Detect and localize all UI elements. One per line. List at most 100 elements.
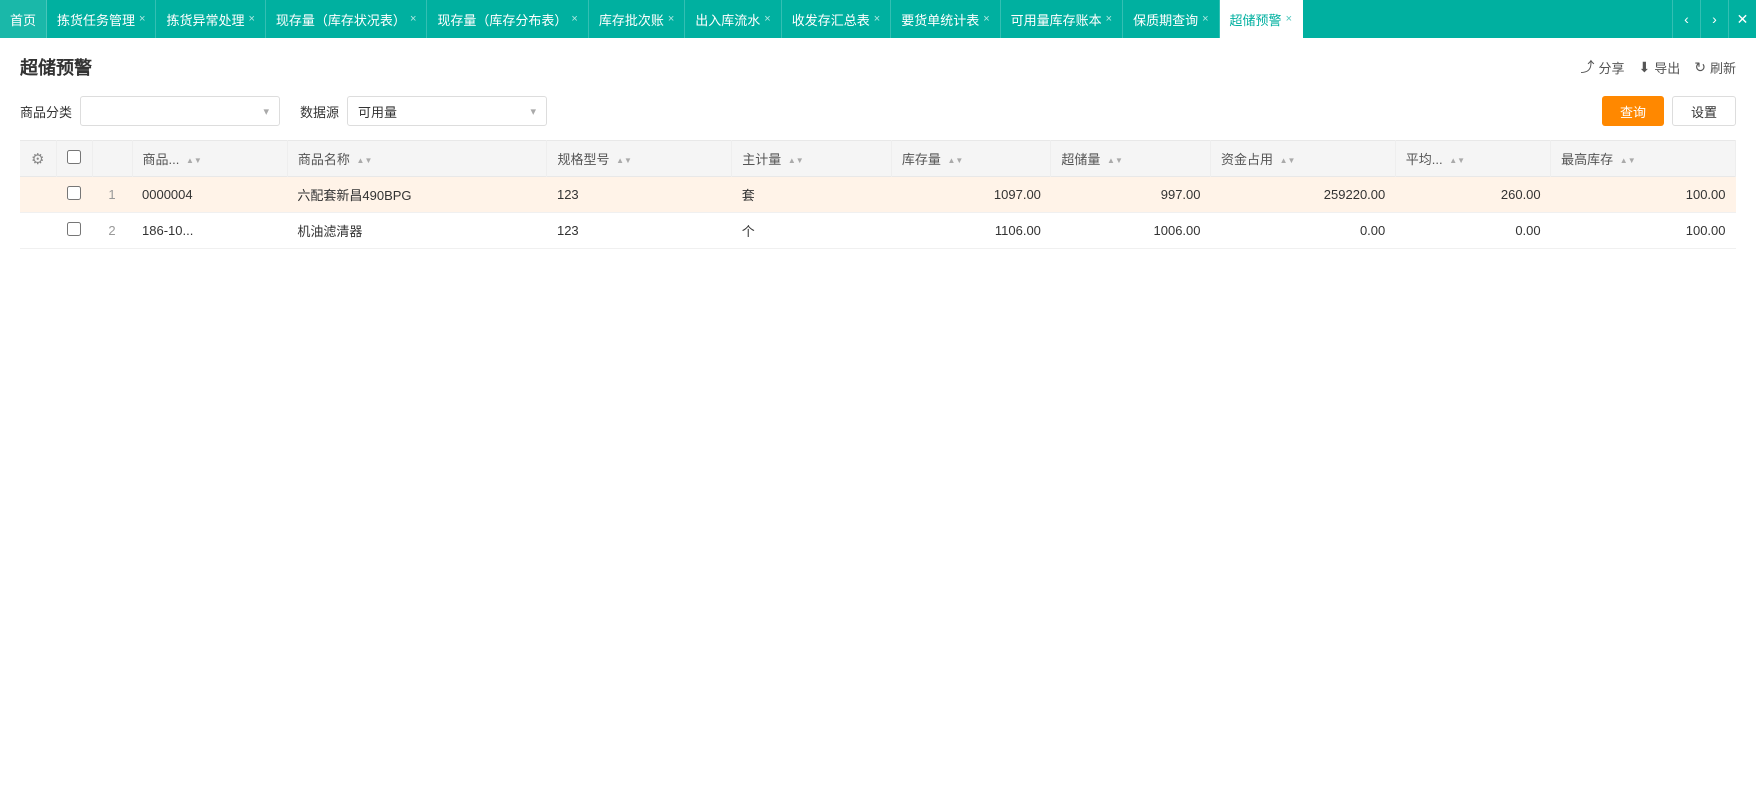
nav-tab-10[interactable]: 保质期查询 × xyxy=(1123,0,1219,38)
nav-tab-4[interactable]: 现存量（库存分布表） × xyxy=(427,0,588,38)
row-checkbox-cell-1 xyxy=(56,213,92,249)
nav-tab-8[interactable]: 要货单统计表 × xyxy=(891,0,1000,38)
nav-tab-6-close[interactable]: × xyxy=(764,13,770,25)
table-row: 1 0000004 六配套新昌490BPG 123 套 1097.00 997.… xyxy=(20,177,1736,213)
nav-tab-5-label: 库存批次账 xyxy=(599,10,664,29)
nav-arrows: ‹ › ✕ xyxy=(1672,0,1756,38)
export-button[interactable]: ⬇ 导出 xyxy=(1639,58,1681,77)
table-gear-icon[interactable]: ⚙ xyxy=(31,151,44,168)
datasource-filter-arrow: ▾ xyxy=(531,105,537,118)
export-icon: ⬇ xyxy=(1639,59,1651,76)
page-header: 超储预警 ⤴ 分享 ⬇ 导出 ↻ 刷新 xyxy=(20,54,1736,80)
filter-row: 商品分类 ▾ 数据源 可用量 ▾ 查询 设置 xyxy=(20,96,1736,126)
col-capital-label: 资金占用 xyxy=(1221,152,1273,167)
nav-tab-5-close[interactable]: × xyxy=(668,13,674,25)
page-title: 超储预警 xyxy=(20,54,92,80)
nav-arrow-close[interactable]: ✕ xyxy=(1728,0,1756,38)
nav-tab-8-close[interactable]: × xyxy=(983,13,989,25)
col-avg-label: 平均... xyxy=(1406,152,1443,167)
col-unit-label: 主计量 xyxy=(742,152,781,167)
sort-icon-product-code: ▲▼ xyxy=(186,157,202,165)
nav-tab-4-close[interactable]: × xyxy=(571,13,577,25)
table-row: 2 186-10... 机油滤清器 123 个 1106.00 1006.00 … xyxy=(20,213,1736,249)
nav-tab-1-close[interactable]: × xyxy=(139,13,145,25)
row-overstock-1: 1006.00 xyxy=(1051,213,1211,249)
row-checkbox-0[interactable] xyxy=(67,186,81,200)
nav-tab-2-close[interactable]: × xyxy=(248,13,254,25)
col-product-code[interactable]: 商品... ▲▼ xyxy=(132,141,287,177)
nav-tab-3-close[interactable]: × xyxy=(410,13,416,25)
category-filter-label: 商品分类 xyxy=(20,102,72,121)
top-navigation: 首页 拣货任务管理 × 拣货异常处理 × 现存量（库存状况表） × 现存量（库存… xyxy=(0,0,1756,38)
row-stock-0: 1097.00 xyxy=(891,177,1051,213)
category-filter-select[interactable]: ▾ xyxy=(80,96,280,126)
row-settings-0 xyxy=(20,177,56,213)
nav-tab-7[interactable]: 收发存汇总表 × xyxy=(782,0,891,38)
col-overstock-label: 超储量 xyxy=(1061,152,1100,167)
nav-tab-9-label: 可用量库存账本 xyxy=(1011,10,1102,29)
nav-tab-9-close[interactable]: × xyxy=(1106,13,1112,25)
row-number-1: 2 xyxy=(92,213,132,249)
col-product-name-label: 商品名称 xyxy=(298,152,350,167)
sort-icon-stock: ▲▼ xyxy=(947,157,963,165)
col-unit[interactable]: 主计量 ▲▼ xyxy=(732,141,892,177)
settings-button[interactable]: 设置 xyxy=(1672,96,1736,126)
col-spec-label: 规格型号 xyxy=(557,152,609,167)
row-checkbox-1[interactable] xyxy=(67,222,81,236)
filter-group-datasource: 数据源 可用量 ▾ xyxy=(300,96,547,126)
nav-tab-10-close[interactable]: × xyxy=(1202,13,1208,25)
nav-tab-3[interactable]: 现存量（库存状况表） × xyxy=(266,0,427,38)
nav-tab-9[interactable]: 可用量库存账本 × xyxy=(1001,0,1123,38)
nav-tab-6-label: 出入库流水 xyxy=(695,10,760,29)
nav-tab-2[interactable]: 拣货异常处理 × xyxy=(156,0,265,38)
col-overstock[interactable]: 超储量 ▲▼ xyxy=(1051,141,1211,177)
col-max-stock[interactable]: 最高库存 ▲▼ xyxy=(1551,141,1736,177)
datasource-filter-select[interactable]: 可用量 ▾ xyxy=(347,96,547,126)
table-header-row: ⚙ 商品... ▲▼ 商品名称 ▲▼ 规格型号 ▲▼ xyxy=(20,141,1736,177)
nav-tab-3-label: 现存量（库存状况表） xyxy=(276,10,406,29)
nav-arrow-right[interactable]: › xyxy=(1700,0,1728,38)
data-table: ⚙ 商品... ▲▼ 商品名称 ▲▼ 规格型号 ▲▼ xyxy=(20,140,1736,249)
action-buttons: 查询 设置 xyxy=(1602,96,1736,126)
nav-tab-10-label: 保质期查询 xyxy=(1133,10,1198,29)
col-max-stock-label: 最高库存 xyxy=(1561,152,1613,167)
refresh-button[interactable]: ↻ 刷新 xyxy=(1694,58,1736,77)
nav-tab-5[interactable]: 库存批次账 × xyxy=(589,0,685,38)
datasource-filter-label: 数据源 xyxy=(300,102,339,121)
nav-tab-11-close[interactable]: × xyxy=(1286,13,1292,25)
share-button[interactable]: ⤴ 分享 xyxy=(1580,57,1624,77)
nav-tab-7-close[interactable]: × xyxy=(874,13,880,25)
row-max-stock-0: 100.00 xyxy=(1551,177,1736,213)
select-all-checkbox[interactable] xyxy=(67,150,81,164)
query-button[interactable]: 查询 xyxy=(1602,96,1664,126)
nav-tab-6[interactable]: 出入库流水 × xyxy=(685,0,781,38)
row-product-code-0: 0000004 xyxy=(132,177,287,213)
col-product-name[interactable]: 商品名称 ▲▼ xyxy=(287,141,547,177)
nav-arrow-left[interactable]: ‹ xyxy=(1672,0,1700,38)
row-checkbox-cell-0 xyxy=(56,177,92,213)
nav-tab-11[interactable]: 超储预警 × xyxy=(1220,0,1303,38)
row-stock-1: 1106.00 xyxy=(891,213,1051,249)
nav-tab-11-label: 超储预警 xyxy=(1230,10,1282,29)
nav-tab-2-label: 拣货异常处理 xyxy=(166,10,244,29)
row-capital-1: 0.00 xyxy=(1211,213,1396,249)
col-stock[interactable]: 库存量 ▲▼ xyxy=(891,141,1051,177)
row-capital-0: 259220.00 xyxy=(1211,177,1396,213)
col-spec[interactable]: 规格型号 ▲▼ xyxy=(547,141,732,177)
datasource-filter-value: 可用量 xyxy=(358,102,397,121)
sort-icon-overstock: ▲▼ xyxy=(1107,157,1123,165)
nav-tab-4-label: 现存量（库存分布表） xyxy=(437,10,567,29)
row-product-name-0: 六配套新昌490BPG xyxy=(287,177,547,213)
row-unit-0: 套 xyxy=(732,177,892,213)
row-settings-1 xyxy=(20,213,56,249)
row-overstock-0: 997.00 xyxy=(1051,177,1211,213)
col-avg[interactable]: 平均... ▲▼ xyxy=(1395,141,1550,177)
col-stock-label: 库存量 xyxy=(902,152,941,167)
row-spec-0: 123 xyxy=(547,177,732,213)
nav-tab-1[interactable]: 拣货任务管理 × xyxy=(47,0,156,38)
col-checkbox-header xyxy=(56,141,92,177)
col-settings: ⚙ xyxy=(20,141,56,177)
row-product-name-1: 机油滤清器 xyxy=(287,213,547,249)
nav-tab-home[interactable]: 首页 xyxy=(0,0,47,38)
col-capital[interactable]: 资金占用 ▲▼ xyxy=(1211,141,1396,177)
